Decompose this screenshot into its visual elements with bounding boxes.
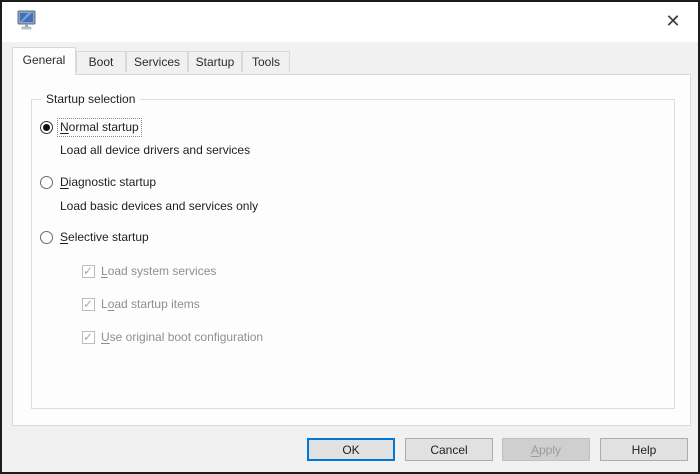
load-system-services-label: Load system services [101, 264, 216, 278]
label-rest: oad system services [108, 264, 217, 278]
system-configuration-window: ✕ General Boot Services Startup Tools St… [0, 0, 700, 474]
label-rest: pply [539, 443, 561, 457]
accel-char: A [531, 443, 539, 457]
use-original-boot-configuration-checkbox: ✓ [82, 331, 95, 344]
normal-startup-description: Load all device drivers and services [60, 143, 250, 157]
apply-button: Apply [502, 438, 590, 461]
radio-row-diagnostic-startup[interactable]: Diagnostic startup [40, 174, 158, 191]
diagnostic-startup-description: Load basic devices and services only [60, 199, 258, 213]
accel-char: N [60, 120, 69, 134]
checkmark-icon: ✓ [83, 265, 93, 278]
selective-startup-radio[interactable] [40, 231, 53, 244]
label-rest: elective startup [68, 230, 149, 244]
label-rest: ad startup items [114, 297, 199, 311]
checkbox-row-use-original-boot-configuration: ✓ Use original boot configuration [82, 330, 263, 344]
load-startup-items-checkbox: ✓ [82, 298, 95, 311]
checkbox-row-load-system-services: ✓ Load system services [82, 264, 216, 278]
label-rest: ormal startup [69, 120, 139, 134]
diagnostic-startup-radio[interactable] [40, 176, 53, 189]
cancel-button[interactable]: Cancel [405, 438, 493, 461]
checkmark-icon: ✓ [83, 298, 93, 311]
ok-button[interactable]: OK [307, 438, 395, 461]
tab-services[interactable]: Services [126, 51, 188, 72]
accel-char: U [101, 330, 110, 344]
help-button[interactable]: Help [600, 438, 688, 461]
label-rest: iagnostic startup [69, 175, 156, 189]
checkmark-icon: ✓ [83, 331, 93, 344]
tab-strip: General Boot Services Startup Tools [2, 42, 698, 74]
label-rest: se original boot configuration [110, 330, 263, 344]
close-button[interactable]: ✕ [656, 6, 690, 36]
normal-startup-radio[interactable] [40, 121, 53, 134]
radio-row-normal-startup[interactable]: Normal startup [40, 119, 141, 136]
checkbox-row-load-startup-items: ✓ Load startup items [82, 297, 200, 311]
system-configuration-icon [15, 8, 39, 32]
selective-startup-label[interactable]: Selective startup [58, 229, 151, 246]
accel-char: D [60, 175, 69, 189]
diagnostic-startup-label[interactable]: Diagnostic startup [58, 174, 158, 191]
use-original-boot-configuration-label: Use original boot configuration [101, 330, 263, 344]
accel-char: L [101, 264, 108, 278]
startup-selection-groupbox: Startup selection Normal startup Load al… [31, 99, 675, 409]
load-startup-items-label: Load startup items [101, 297, 200, 311]
tab-startup[interactable]: Startup [188, 51, 242, 72]
radio-row-selective-startup[interactable]: Selective startup [40, 229, 151, 246]
label-pre: L [101, 297, 108, 311]
title-bar: ✕ [2, 2, 698, 42]
general-tab-page: Startup selection Normal startup Load al… [12, 74, 691, 426]
load-system-services-checkbox: ✓ [82, 265, 95, 278]
normal-startup-label[interactable]: Normal startup [58, 119, 141, 136]
accel-char: S [60, 230, 68, 244]
tab-boot[interactable]: Boot [76, 51, 126, 72]
groupbox-title: Startup selection [41, 92, 140, 107]
tab-tools[interactable]: Tools [242, 51, 290, 72]
tab-general[interactable]: General [12, 47, 76, 75]
